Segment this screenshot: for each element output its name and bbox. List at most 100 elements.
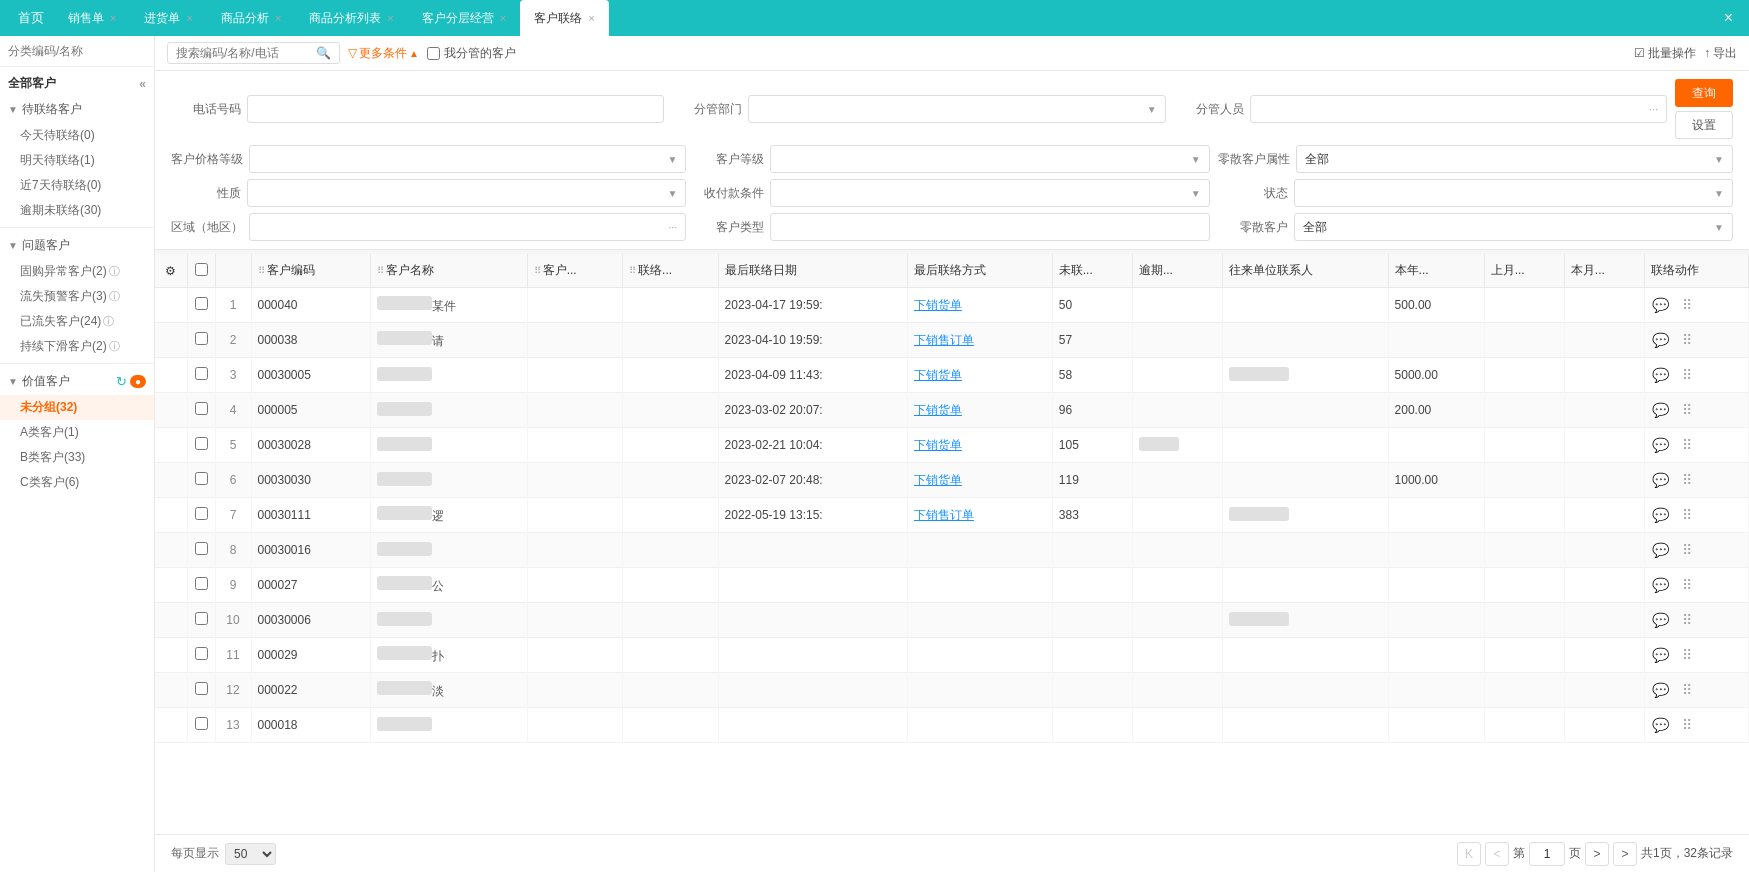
info-icon-3[interactable]: ⓘ	[103, 315, 114, 327]
method-link[interactable]: 下销货单	[914, 403, 962, 417]
row-gear[interactable]	[155, 498, 187, 533]
tab-goods-analysis[interactable]: 商品分析 ×	[207, 0, 295, 36]
close-goods-analysis-list-icon[interactable]: ×	[387, 12, 393, 24]
sidebar-collapse-icon[interactable]: «	[139, 77, 146, 91]
row-checkbox[interactable]	[195, 507, 208, 520]
row-last-method[interactable]: 下销货单	[907, 428, 1052, 463]
row-gear[interactable]	[155, 358, 187, 393]
row-last-method[interactable]: 下销货单	[907, 463, 1052, 498]
region-select[interactable]: ···	[249, 213, 686, 241]
more-icon[interactable]: ⠿	[1677, 680, 1697, 700]
sidebar-item-group-b[interactable]: B类客户(33)	[0, 445, 154, 470]
sidebar-item-tomorrow[interactable]: 明天待联络(1)	[0, 148, 154, 173]
contact-icon[interactable]: 💬	[1651, 610, 1671, 630]
more-icon[interactable]: ⠿	[1677, 610, 1697, 630]
sidebar-item-lost[interactable]: 已流失客户(24)ⓘ	[0, 309, 154, 334]
method-link[interactable]: 下销货单	[914, 368, 962, 382]
row-last-method[interactable]: 下销货单	[907, 393, 1052, 428]
close-purchase-icon[interactable]: ×	[186, 12, 192, 24]
tab-purchase[interactable]: 进货单 ×	[130, 0, 206, 36]
contact-icon[interactable]: 💬	[1651, 715, 1671, 735]
row-checkbox[interactable]	[195, 682, 208, 695]
row-last-method[interactable]: 下销售订单	[907, 323, 1052, 358]
more-icon[interactable]: ⠿	[1677, 715, 1697, 735]
sidebar-group-problem[interactable]: ▼ 问题客户	[0, 232, 154, 259]
more-icon[interactable]: ⠿	[1677, 365, 1697, 385]
more-icon[interactable]: ⠿	[1677, 505, 1697, 525]
page-number-input[interactable]	[1529, 842, 1565, 866]
my-customers-checkbox[interactable]	[427, 47, 440, 60]
next-page-btn[interactable]: >	[1585, 842, 1609, 866]
close-sales-icon[interactable]: ×	[110, 12, 116, 24]
contact-icon[interactable]: 💬	[1651, 540, 1671, 560]
payment-select[interactable]: ▼	[770, 179, 1209, 207]
row-last-method[interactable]: 下销售订单	[907, 498, 1052, 533]
per-page-select[interactable]: 50 100	[225, 843, 276, 865]
row-gear[interactable]	[155, 463, 187, 498]
nature-select[interactable]: ▼	[247, 179, 686, 207]
prev-page-btn[interactable]: <	[1485, 842, 1509, 866]
row-checkbox[interactable]	[195, 332, 208, 345]
tab-sales[interactable]: 销售单 ×	[54, 0, 130, 36]
global-close-icon[interactable]: ×	[1716, 9, 1741, 27]
select-all-checkbox[interactable]	[195, 263, 208, 276]
row-checkbox[interactable]	[195, 367, 208, 380]
contact-icon[interactable]: 💬	[1651, 435, 1671, 455]
info-icon-2[interactable]: ⓘ	[109, 290, 120, 302]
more-icon[interactable]: ⠿	[1677, 330, 1697, 350]
row-gear[interactable]	[155, 568, 187, 603]
tab-goods-analysis-list[interactable]: 商品分析列表 ×	[295, 0, 407, 36]
nav-home[interactable]: 首页	[8, 9, 54, 27]
sidebar-item-group-c[interactable]: C类客户(6)	[0, 470, 154, 495]
method-link[interactable]: 下销货单	[914, 438, 962, 452]
first-page-btn[interactable]: K	[1457, 842, 1481, 866]
all-customers-header[interactable]: 全部客户 «	[0, 67, 154, 96]
row-checkbox[interactable]	[195, 542, 208, 555]
search-icon[interactable]: 🔍	[316, 46, 331, 60]
retail-attr-select[interactable]: 全部 ▼	[1296, 145, 1733, 173]
last-page-btn[interactable]: >	[1613, 842, 1637, 866]
export-btn[interactable]: ↑ 导出	[1704, 45, 1737, 62]
close-customer-segment-icon[interactable]: ×	[500, 12, 506, 24]
row-gear[interactable]	[155, 708, 187, 743]
row-gear[interactable]	[155, 638, 187, 673]
sidebar-item-churn-risk[interactable]: 流失预警客户(3)ⓘ	[0, 284, 154, 309]
more-conditions-btn[interactable]: ▽ 更多条件 ▲	[348, 45, 419, 62]
price-level-select[interactable]: ▼	[249, 145, 686, 173]
more-icon[interactable]: ⠿	[1677, 435, 1697, 455]
contact-icon[interactable]: 💬	[1651, 645, 1671, 665]
sidebar-item-7days[interactable]: 近7天待联络(0)	[0, 173, 154, 198]
close-goods-analysis-icon[interactable]: ×	[275, 12, 281, 24]
row-gear[interactable]	[155, 288, 187, 323]
method-link[interactable]: 下销货单	[914, 473, 962, 487]
manager-select[interactable]: ···	[1250, 95, 1667, 123]
method-link[interactable]: 下销售订单	[914, 508, 974, 522]
row-gear[interactable]	[155, 323, 187, 358]
reset-btn[interactable]: 设置	[1675, 111, 1733, 139]
retail-cust-select[interactable]: 全部 ▼	[1294, 213, 1733, 241]
refresh-icon[interactable]: ↻	[116, 374, 127, 389]
more-icon[interactable]: ⠿	[1677, 540, 1697, 560]
method-link[interactable]: 下销货单	[914, 298, 962, 312]
sidebar-item-group-a[interactable]: A类客户(1)	[0, 420, 154, 445]
col-gear[interactable]: ⚙	[155, 254, 187, 288]
row-checkbox[interactable]	[195, 717, 208, 730]
row-gear[interactable]	[155, 393, 187, 428]
my-customers-checkbox-label[interactable]: 我分管的客户	[427, 45, 516, 62]
contact-icon[interactable]: 💬	[1651, 330, 1671, 350]
contact-icon[interactable]: 💬	[1651, 295, 1671, 315]
contact-icon[interactable]: 💬	[1651, 680, 1671, 700]
more-icon[interactable]: ⠿	[1677, 295, 1697, 315]
sidebar-search-input[interactable]	[8, 44, 155, 58]
row-checkbox[interactable]	[195, 402, 208, 415]
row-gear[interactable]	[155, 673, 187, 708]
batch-ops-btn[interactable]: ☑ 批量操作	[1634, 45, 1696, 62]
contact-icon[interactable]: 💬	[1651, 470, 1671, 490]
phone-input[interactable]	[247, 95, 664, 123]
row-checkbox[interactable]	[195, 297, 208, 310]
sidebar-item-abnormal-purchase[interactable]: 固购异常客户(2)ⓘ	[0, 259, 154, 284]
row-checkbox[interactable]	[195, 437, 208, 450]
tab-customer-contact[interactable]: 客户联络 ×	[520, 0, 608, 36]
sidebar-item-declining[interactable]: 持续下滑客户(2)ⓘ	[0, 334, 154, 359]
method-link[interactable]: 下销售订单	[914, 333, 974, 347]
